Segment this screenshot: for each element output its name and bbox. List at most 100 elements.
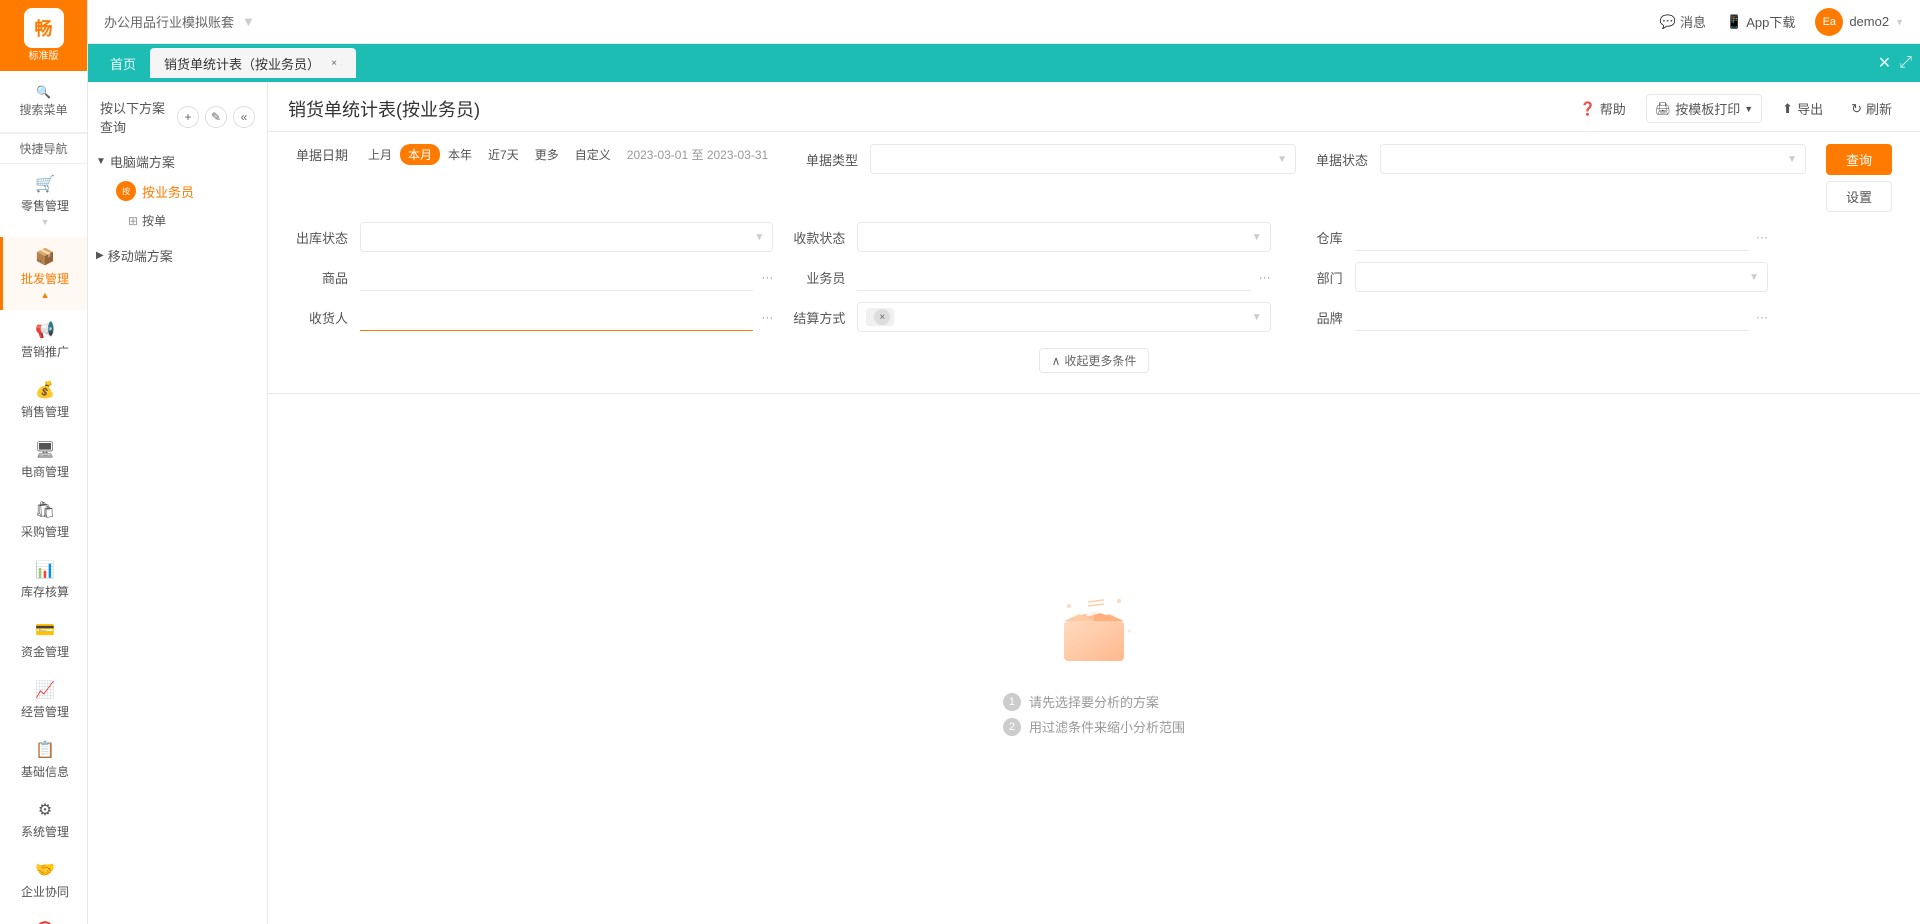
brand-input[interactable] [1355,303,1748,331]
goods-input[interactable] [360,263,753,291]
doc-type-select[interactable]: ▼ [870,144,1296,174]
content-area: 按以下方案查询 + ✎ « ▼ 电脑端方案 按 按业务员 [88,82,1920,924]
print-button[interactable]: 🖨 按模板打印 ▼ [1646,94,1762,123]
mobile-scheme-header[interactable]: ▶ 移动端方案 [88,242,267,269]
goods-label: 商品 [288,268,348,287]
add-scheme-button[interactable]: + [177,106,199,128]
app-download-button[interactable]: 📱 App下载 [1726,12,1795,31]
enterprise-icon: 🤝 [35,860,55,880]
system-label: 系统管理 [21,823,69,840]
marketing-icon: 📢 [35,320,55,340]
date-last-7-days[interactable]: 近7天 [480,144,527,165]
doc-status-dropdown-icon: ▼ [1787,154,1797,165]
topbar: 办公用品行业模拟账套 ▼ 💬 消息 📱 App下载 Ea demo2 ▼ [88,0,1920,44]
print-label: 按模板打印 [1675,99,1740,118]
sidebar-item-ecommerce[interactable]: 🖥 电商管理 [0,430,87,490]
query-button[interactable]: 查询 [1826,144,1892,175]
sidebar-item-newbie[interactable]: 🎯 新手引导 [0,910,87,924]
breadcrumb-arrow: ▼ [242,14,255,29]
receiver-input[interactable] [360,303,753,331]
department-select[interactable]: ▼ [1355,262,1768,292]
doc-status-select[interactable]: ▼ [1380,144,1806,174]
app-logo: 畅 标准版 [0,0,87,71]
collapse-bar: ∧ 收起更多条件 [288,340,1900,381]
receipt-status-dropdown-icon: ▼ [1252,232,1262,243]
user-profile[interactable]: Ea demo2 ▼ [1815,8,1904,36]
tabbar: 首页 销货单统计表（按业务员） × ✕ ⤢ [88,44,1920,82]
edit-scheme-button[interactable]: ✎ [205,106,227,128]
date-this-month[interactable]: 本月 [400,144,440,165]
ecommerce-icon: 🖥 [35,440,55,460]
wholesale-icon: 📦 [35,247,55,267]
salesperson-ellipsis[interactable]: ··· [1259,270,1271,284]
quick-nav-section: 快捷导航 [0,133,87,164]
sidebar-item-system[interactable]: ⚙ 系统管理 [0,790,87,850]
breadcrumb: 办公用品行业模拟账套 [104,12,234,31]
sidebar-item-wholesale[interactable]: 📦 批发管理 ▲ [0,237,87,310]
maximize-button[interactable]: ⤢ [1899,54,1912,72]
sidebar-item-purchase[interactable]: 🛍 采购管理 [0,490,87,550]
receipt-status-select[interactable]: ▼ [857,222,1270,252]
tab-close-button[interactable]: × [326,55,342,71]
doc-type-label: 单据类型 [798,150,858,169]
message-button[interactable]: 💬 消息 [1660,12,1706,31]
finance-icon: 💳 [35,620,55,640]
marketing-label: 营销推广 [21,343,69,360]
date-custom[interactable]: 自定义 [567,144,619,165]
sidebar-item-enterprise[interactable]: 🤝 企业协同 [0,850,87,910]
phone-icon: 📱 [1726,14,1742,30]
scheme-item-salesperson[interactable]: 按 按业务员 [88,175,267,207]
mobile-scheme-group: ▶ 移动端方案 [88,238,267,273]
desktop-scheme-label: 电脑端方案 [110,152,175,171]
topbar-right: 💬 消息 📱 App下载 Ea demo2 ▼ [1660,8,1904,36]
receiver-ellipsis[interactable]: ··· [761,310,773,324]
refresh-button[interactable]: ↻ 刷新 [1843,95,1900,122]
quick-nav-label: 快捷导航 [19,142,67,156]
left-panel: 按以下方案查询 + ✎ « ▼ 电脑端方案 按 按业务员 [88,82,268,924]
receiver-label: 收货人 [288,308,348,327]
tab-home[interactable]: 首页 [96,48,150,78]
date-last-month[interactable]: 上月 [360,144,400,165]
date-this-year[interactable]: 本年 [440,144,480,165]
warehouse-input[interactable] [1355,223,1748,251]
date-more[interactable]: 更多 [527,144,567,165]
purchase-label: 采购管理 [21,523,69,540]
close-window-button[interactable]: ✕ [1878,53,1891,73]
page-title: 销货单统计表(按业务员) [288,96,480,122]
query-buttons: 查询 设置 [1818,144,1900,212]
scheme-sub-item-order[interactable]: ⊞ 按单 [88,207,267,234]
sidebar-item-sales[interactable]: 💰 销售管理 [0,370,87,430]
sidebar-item-finance[interactable]: 💳 资金管理 [0,610,87,670]
tab-sales-stat[interactable]: 销货单统计表（按业务员） × [150,48,356,78]
help-button[interactable]: ❓ 帮助 [1572,95,1634,122]
settlement-clear-button[interactable]: × [874,309,890,325]
empty-icon [1044,576,1144,676]
tabbar-actions: ✕ ⤢ [1878,53,1912,73]
arrow-icon: ▲ [41,290,50,300]
sidebar-item-operations[interactable]: 📈 经营管理 [0,670,87,730]
search-label: 搜索菜单 [19,101,67,118]
sidebar-item-basic[interactable]: 📋 基础信息 [0,730,87,790]
export-button[interactable]: ⬆ 导出 [1774,95,1831,122]
collapse-filters-button[interactable]: ∧ 收起更多条件 [1039,348,1150,373]
goods-ellipsis[interactable]: ··· [761,270,773,284]
collapse-panel-button[interactable]: « [233,106,255,128]
sidebar-item-marketing[interactable]: 📢 营销推广 [0,310,87,370]
empty-state: 1 请先选择要分析的方案 2 用过滤条件来缩小分析范围 [268,394,1920,924]
warehouse-label: 仓库 [1283,228,1343,247]
settlement-select[interactable]: × ▼ [857,302,1270,332]
warehouse-ellipsis[interactable]: ··· [1756,230,1768,244]
empty-tip-1: 1 请先选择要分析的方案 [1003,692,1185,711]
desktop-scheme-header[interactable]: ▼ 电脑端方案 [88,148,267,175]
sidebar-item-inventory[interactable]: 📊 库存核算 [0,550,87,610]
basic-label: 基础信息 [21,763,69,780]
out-status-select[interactable]: ▼ [360,222,773,252]
salesperson-input[interactable] [857,263,1250,291]
settings-button[interactable]: 设置 [1826,181,1892,212]
brand-ellipsis[interactable]: ··· [1756,310,1768,324]
sidebar-item-retail[interactable]: 🛒 零售管理 ▼ [0,164,87,237]
filter-area: 单据日期 上月 本月 本年 近7天 更多 自定义 2023-03-01 至 20… [268,132,1920,394]
search-menu-button[interactable]: 🔍 搜索菜单 [6,79,81,124]
sub-icon: ⊞ [128,214,138,228]
refresh-icon: ↻ [1851,101,1862,117]
